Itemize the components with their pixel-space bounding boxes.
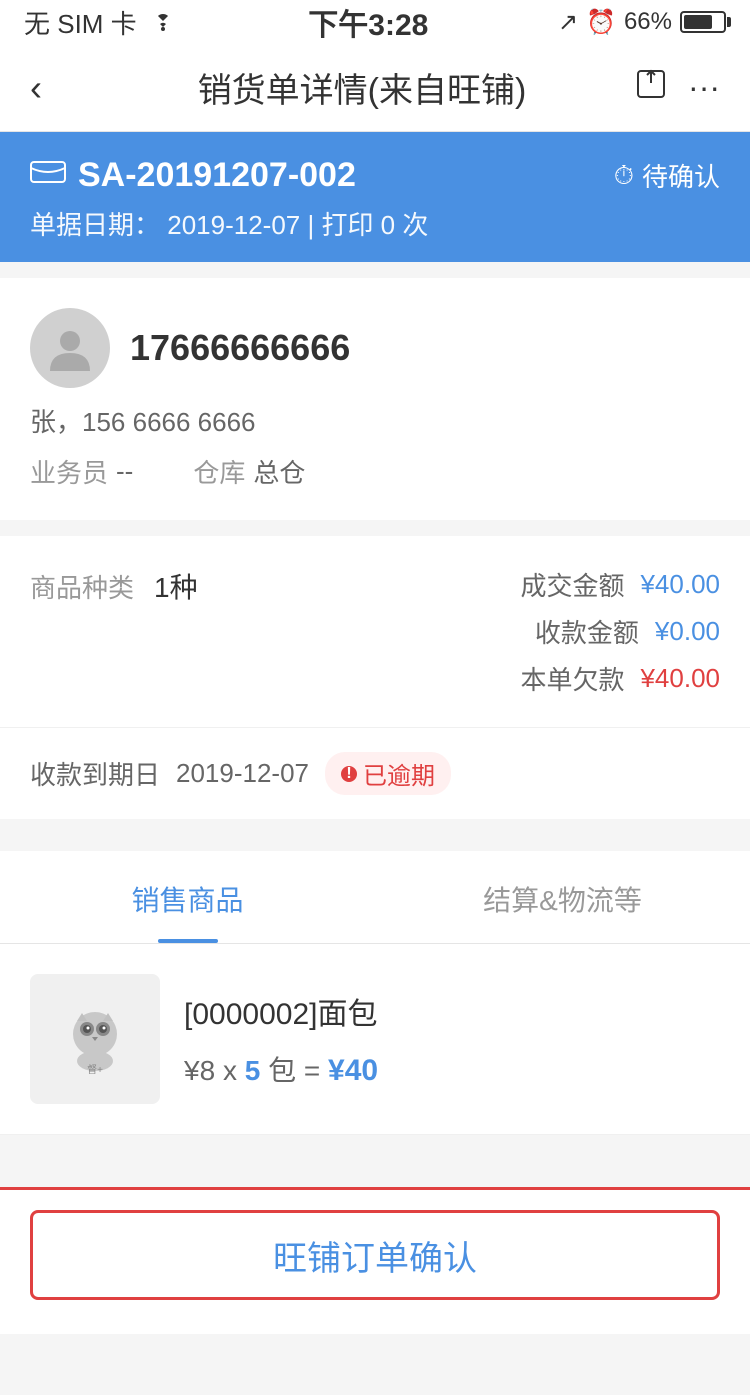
received-amount-row: 收款金额 ¥0.00 bbox=[535, 613, 720, 650]
tab-settlement[interactable]: 结算&物流等 bbox=[375, 851, 750, 943]
overdue-icon: ! bbox=[341, 766, 357, 782]
bottom-bar: 旺铺订单确认 bbox=[0, 1187, 750, 1334]
overdue-badge: ! 已逾期 bbox=[325, 752, 451, 795]
wifi-icon bbox=[147, 7, 179, 38]
nav-actions: ··· bbox=[634, 67, 720, 109]
due-date: 2019-12-07 bbox=[176, 758, 309, 789]
page-title: 销货单详情(来自旺铺) bbox=[90, 63, 634, 112]
battery-percent: 66% bbox=[624, 8, 672, 36]
total-price: ¥40 bbox=[328, 1054, 378, 1087]
due-date-card: 收款到期日 2019-12-07 ! 已逾期 bbox=[0, 727, 750, 819]
customer-card: 17666666666 张，156 6666 6666 业务员 -- 仓库 总仓 bbox=[0, 278, 750, 520]
salesman-item: 业务员 -- bbox=[30, 453, 133, 490]
tabs: 销售商品 结算&物流等 bbox=[0, 851, 750, 944]
deal-amount-row: 成交金额 ¥40.00 bbox=[520, 566, 720, 603]
due-label: 收款到期日 bbox=[30, 755, 160, 792]
alarm-icon: ⏰ bbox=[586, 8, 616, 37]
order-status: ⏱ 待确认 bbox=[614, 157, 720, 194]
table-row: 督+ [0000002]面包 ¥8 x 5 包 = ¥40 bbox=[0, 944, 750, 1135]
avatar bbox=[30, 308, 110, 388]
order-header-card: SA-20191207-002 ⏱ 待确认 单据日期： 2019-12-07 |… bbox=[0, 132, 750, 262]
owed-amount-row: 本单欠款 ¥40.00 bbox=[520, 660, 720, 697]
summary-amounts: 成交金额 ¥40.00 收款金额 ¥0.00 本单欠款 ¥40.00 bbox=[375, 566, 720, 697]
more-icon[interactable]: ··· bbox=[688, 69, 720, 106]
customer-name-phone: 张，156 6666 6666 bbox=[30, 402, 720, 439]
summary-product-type: 商品种类 1种 bbox=[30, 566, 375, 606]
order-header-top: SA-20191207-002 ⏱ 待确认 bbox=[30, 156, 720, 195]
divider-2 bbox=[0, 819, 750, 835]
divider-1 bbox=[0, 520, 750, 536]
order-number: SA-20191207-002 bbox=[30, 156, 356, 195]
battery-icon bbox=[680, 11, 726, 33]
product-thumbnail: 督+ bbox=[30, 974, 160, 1104]
summary-card: 商品种类 1种 成交金额 ¥40.00 收款金额 ¥0.00 本单欠款 ¥40.… bbox=[0, 536, 750, 727]
status-left: 无 SIM 卡 bbox=[24, 4, 179, 41]
product-name: [0000002]面包 bbox=[184, 989, 720, 1033]
status-time: 下午3:28 bbox=[308, 0, 428, 44]
nav-bar: ‹ 销货单详情(来自旺铺) ··· bbox=[0, 44, 750, 132]
quantity: 5 bbox=[245, 1055, 261, 1086]
order-date-info: 单据日期： 2019-12-07 | 打印 0 次 bbox=[30, 205, 720, 242]
customer-top: 17666666666 bbox=[30, 308, 720, 388]
back-icon: ‹ bbox=[30, 67, 42, 108]
svg-text:督+: 督+ bbox=[87, 1063, 103, 1076]
product-list: 督+ [0000002]面包 ¥8 x 5 包 = ¥40 bbox=[0, 944, 750, 1135]
back-button[interactable]: ‹ bbox=[30, 67, 90, 109]
warehouse-item: 仓库 总仓 bbox=[193, 453, 305, 490]
status-right: ↗ ⏰ 66% bbox=[558, 8, 726, 37]
product-price: ¥8 x 5 包 = ¥40 bbox=[184, 1049, 720, 1089]
product-info: [0000002]面包 ¥8 x 5 包 = ¥40 bbox=[184, 989, 720, 1089]
confirm-button[interactable]: 旺铺订单确认 bbox=[30, 1210, 720, 1300]
share-icon[interactable] bbox=[634, 67, 668, 109]
location-icon: ↗ bbox=[558, 8, 578, 37]
customer-phone: 17666666666 bbox=[130, 327, 350, 369]
tab-sales-products[interactable]: 销售商品 bbox=[0, 851, 375, 943]
carrier-label: 无 SIM 卡 bbox=[24, 4, 137, 41]
customer-meta: 业务员 -- 仓库 总仓 bbox=[30, 453, 720, 490]
status-clock-icon: ⏱ bbox=[614, 160, 634, 192]
order-icon bbox=[30, 156, 66, 195]
status-bar: 无 SIM 卡 下午3:28 ↗ ⏰ 66% bbox=[0, 0, 750, 44]
